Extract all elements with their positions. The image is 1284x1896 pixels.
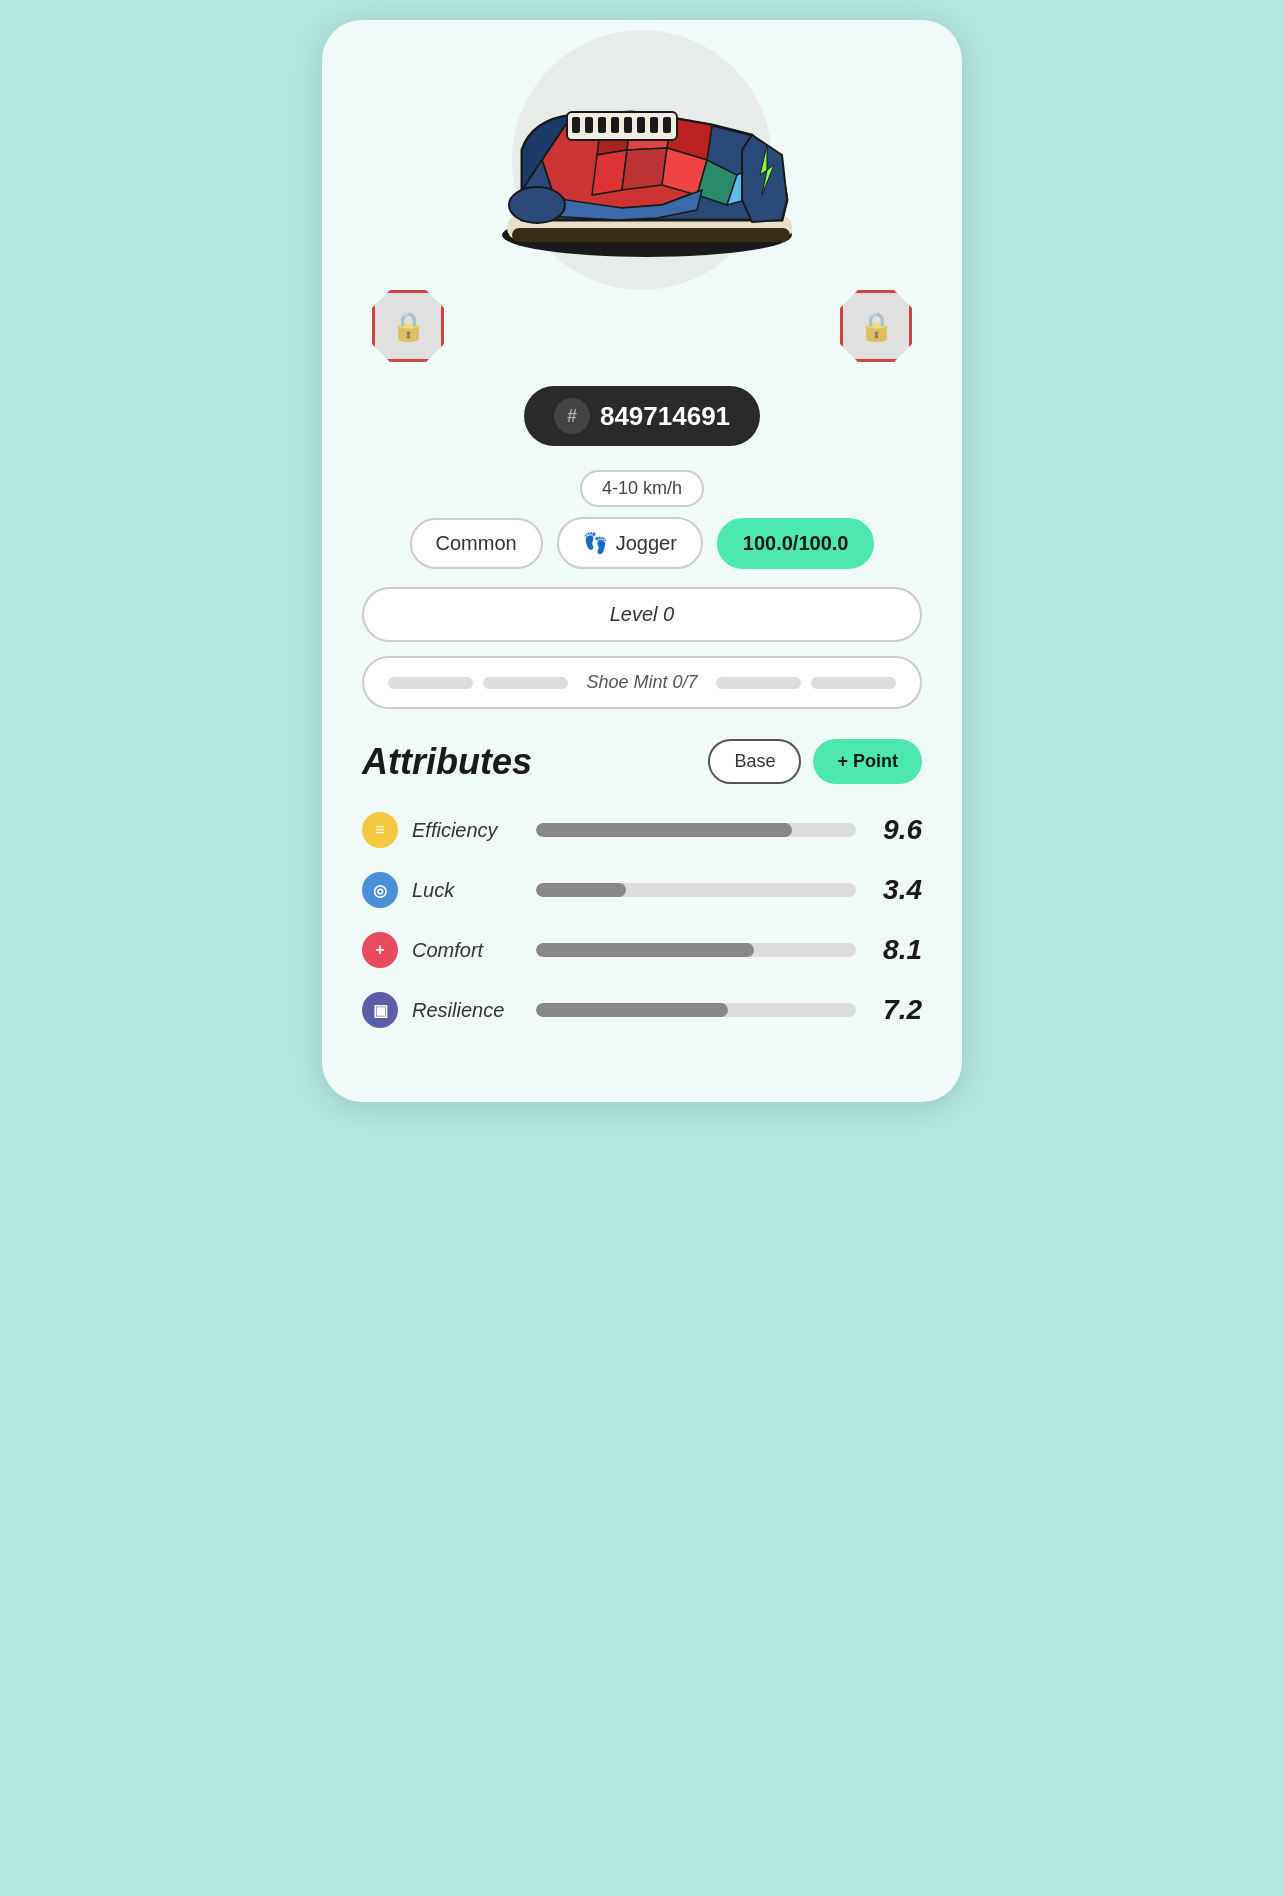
attr-row-resilience: ▣ Resilience 7.2 xyxy=(362,992,922,1028)
svg-rect-18 xyxy=(650,117,658,133)
mint-label: Shoe Mint 0/7 xyxy=(578,672,705,693)
type-tag: 👣 Jogger xyxy=(557,517,703,569)
attr-icon-resilience: ▣ xyxy=(362,992,398,1028)
speed-badge: 4-10 km/h xyxy=(580,470,704,507)
attribute-list: ≡ Efficiency 9.6 ◎ Luck 3.4 + Comfort 8.… xyxy=(362,812,922,1028)
attr-icon-efficiency: ≡ xyxy=(362,812,398,848)
sneaker-id-pill: # 849714691 xyxy=(524,386,760,446)
svg-rect-14 xyxy=(598,117,606,133)
mint-segment-3 xyxy=(716,677,801,689)
attributes-header: Attributes Base + Point xyxy=(362,739,922,784)
attr-row-efficiency: ≡ Efficiency 9.6 xyxy=(362,812,922,848)
type-icon: 👣 xyxy=(583,531,608,555)
attr-icon-comfort: + xyxy=(362,932,398,968)
attr-bar-fill-comfort xyxy=(536,943,754,957)
attr-bar-fill-resilience xyxy=(536,1003,728,1017)
attr-icon-luck: ◎ xyxy=(362,872,398,908)
durability-tag: 100.0/100.0 xyxy=(717,518,875,569)
type-label: Jogger xyxy=(616,532,677,555)
attr-value-luck: 3.4 xyxy=(870,874,922,906)
attr-value-resilience: 7.2 xyxy=(870,994,922,1026)
sneaker-id: 849714691 xyxy=(600,401,730,432)
attr-bar-luck xyxy=(536,883,856,897)
locks-row xyxy=(362,290,922,362)
phone-card: # 849714691 4-10 km/h Common 👣 Jogger 10… xyxy=(322,20,962,1102)
attr-bar-fill-efficiency xyxy=(536,823,792,837)
lock-button-left[interactable] xyxy=(372,290,444,362)
attr-label-comfort: Comfort xyxy=(412,939,522,962)
id-badge-row: # 849714691 xyxy=(362,386,922,446)
attributes-title: Attributes xyxy=(362,741,532,783)
mint-segment-1 xyxy=(388,677,473,689)
sneaker-area xyxy=(362,50,922,270)
attr-label-luck: Luck xyxy=(412,879,522,902)
attr-buttons: Base + Point xyxy=(708,739,922,784)
svg-rect-2 xyxy=(512,228,790,242)
svg-rect-15 xyxy=(611,117,619,133)
attr-bar-comfort xyxy=(536,943,856,957)
rarity-tag: Common xyxy=(410,518,543,569)
lock-button-right[interactable] xyxy=(840,290,912,362)
mint-segment-2 xyxy=(483,677,568,689)
attr-bar-resilience xyxy=(536,1003,856,1017)
attr-row-luck: ◎ Luck 3.4 xyxy=(362,872,922,908)
attr-bar-fill-luck xyxy=(536,883,626,897)
attr-row-comfort: + Comfort 8.1 xyxy=(362,932,922,968)
sneaker-image xyxy=(472,60,812,260)
attr-value-efficiency: 9.6 xyxy=(870,814,922,846)
point-button[interactable]: + Point xyxy=(813,739,922,784)
mint-bar-wrap: Shoe Mint 0/7 xyxy=(362,656,922,709)
base-button[interactable]: Base xyxy=(708,739,801,784)
svg-rect-16 xyxy=(624,117,632,133)
mint-segment-4 xyxy=(811,677,896,689)
svg-rect-12 xyxy=(572,117,580,133)
tags-row: Common 👣 Jogger 100.0/100.0 xyxy=(362,517,922,569)
svg-rect-11 xyxy=(567,112,677,140)
attr-label-efficiency: Efficiency xyxy=(412,819,522,842)
hash-icon: # xyxy=(554,398,590,434)
level-bar: Level 0 xyxy=(362,587,922,642)
attr-bar-efficiency xyxy=(536,823,856,837)
svg-point-21 xyxy=(509,187,565,223)
attr-value-comfort: 8.1 xyxy=(870,934,922,966)
attr-label-resilience: Resilience xyxy=(412,999,522,1022)
svg-rect-17 xyxy=(637,117,645,133)
svg-rect-19 xyxy=(663,117,671,133)
speed-badge-row: 4-10 km/h xyxy=(362,470,922,507)
svg-marker-7 xyxy=(622,148,667,190)
svg-rect-13 xyxy=(585,117,593,133)
